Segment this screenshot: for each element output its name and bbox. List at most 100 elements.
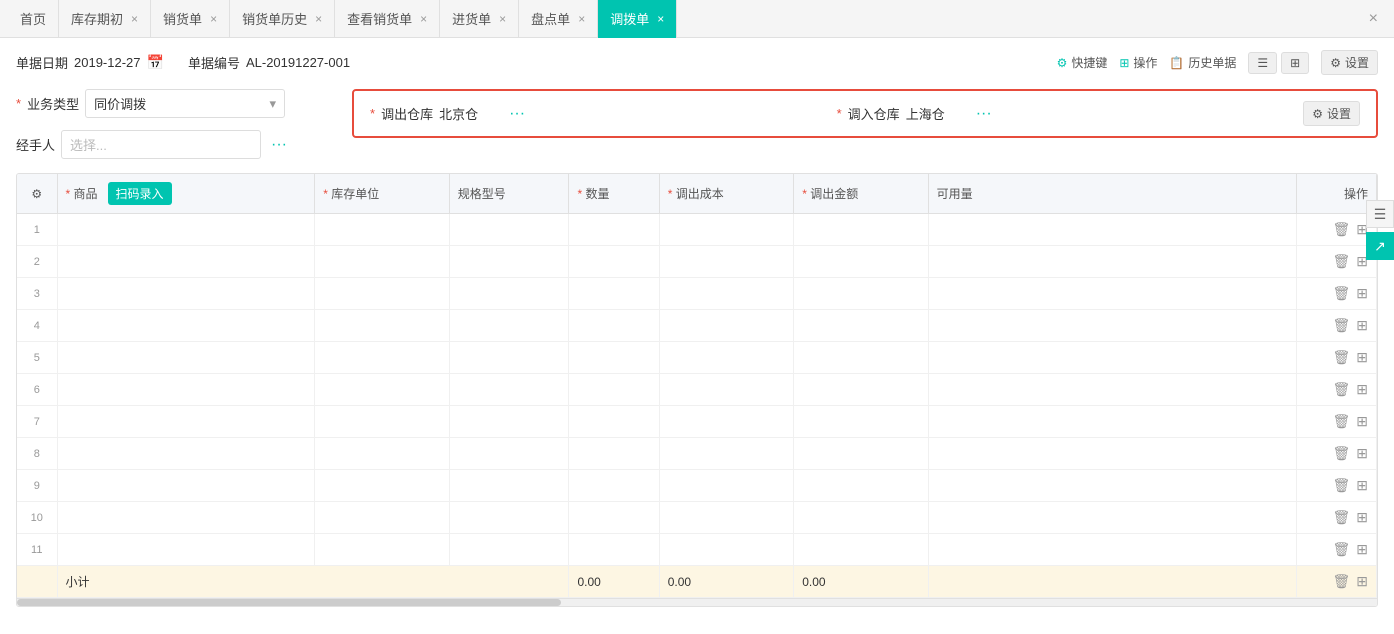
tab-close-sales-history[interactable]: × bbox=[315, 12, 322, 26]
row-product-7[interactable] bbox=[57, 406, 315, 438]
row-spec-3[interactable] bbox=[449, 278, 569, 310]
row-amount-8[interactable] bbox=[794, 438, 928, 470]
row-cost-2[interactable] bbox=[659, 246, 793, 278]
tab-transfer[interactable]: 调拨单 × bbox=[598, 0, 677, 38]
shortcuts-button[interactable]: ⚙ 快捷键 bbox=[1057, 54, 1108, 71]
grid-view-button[interactable]: ⊞ bbox=[1281, 52, 1309, 74]
row-qty-2[interactable] bbox=[569, 246, 659, 278]
delete-row-icon-9[interactable]: 🗑 bbox=[1332, 477, 1350, 494]
subtotal-copy-icon[interactable]: ⊞ bbox=[1356, 573, 1368, 590]
row-unit-11[interactable] bbox=[315, 534, 449, 566]
row-cost-7[interactable] bbox=[659, 406, 793, 438]
settings-button[interactable]: ⚙ 设置 bbox=[1321, 50, 1378, 75]
row-qty-5[interactable] bbox=[569, 342, 659, 374]
row-product-5[interactable] bbox=[57, 342, 315, 374]
row-cost-8[interactable] bbox=[659, 438, 793, 470]
tab-view-sales[interactable]: 查看销货单 × bbox=[335, 0, 440, 38]
row-amount-11[interactable] bbox=[794, 534, 928, 566]
delete-row-icon-1[interactable]: 🗑 bbox=[1332, 221, 1350, 238]
row-amount-6[interactable] bbox=[794, 374, 928, 406]
operations-button[interactable]: ⊞ 操作 bbox=[1119, 54, 1157, 71]
tab-sales-history[interactable]: 销货单历史 × bbox=[230, 0, 335, 38]
row-spec-8[interactable] bbox=[449, 438, 569, 470]
tab-inventory-init[interactable]: 库存期初 × bbox=[59, 0, 151, 38]
row-amount-2[interactable] bbox=[794, 246, 928, 278]
row-qty-4[interactable] bbox=[569, 310, 659, 342]
copy-row-icon-3[interactable]: ⊞ bbox=[1356, 285, 1368, 302]
copy-row-icon-10[interactable]: ⊞ bbox=[1356, 509, 1368, 526]
copy-row-icon-5[interactable]: ⊞ bbox=[1356, 349, 1368, 366]
row-cost-11[interactable] bbox=[659, 534, 793, 566]
tab-close-inventory-check[interactable]: × bbox=[578, 12, 585, 26]
row-product-3[interactable] bbox=[57, 278, 315, 310]
row-available-9[interactable] bbox=[928, 470, 1296, 502]
row-spec-11[interactable] bbox=[449, 534, 569, 566]
row-unit-7[interactable] bbox=[315, 406, 449, 438]
row-qty-7[interactable] bbox=[569, 406, 659, 438]
row-product-9[interactable] bbox=[57, 470, 315, 502]
row-qty-11[interactable] bbox=[569, 534, 659, 566]
row-product-2[interactable] bbox=[57, 246, 315, 278]
row-unit-4[interactable] bbox=[315, 310, 449, 342]
row-qty-6[interactable] bbox=[569, 374, 659, 406]
delete-row-icon-2[interactable]: 🗑 bbox=[1332, 253, 1350, 270]
row-product-8[interactable] bbox=[57, 438, 315, 470]
row-available-1[interactable] bbox=[928, 214, 1296, 246]
row-cost-9[interactable] bbox=[659, 470, 793, 502]
warehouse-in-more-button[interactable]: ··· bbox=[972, 103, 996, 125]
row-amount-4[interactable] bbox=[794, 310, 928, 342]
tab-home[interactable]: 首页 bbox=[8, 0, 59, 38]
row-qty-3[interactable] bbox=[569, 278, 659, 310]
business-type-select[interactable]: 同价调拨 ▾ bbox=[85, 89, 285, 118]
row-unit-8[interactable] bbox=[315, 438, 449, 470]
handler-select[interactable]: 选择... bbox=[61, 130, 261, 159]
row-unit-2[interactable] bbox=[315, 246, 449, 278]
row-available-8[interactable] bbox=[928, 438, 1296, 470]
row-available-6[interactable] bbox=[928, 374, 1296, 406]
row-spec-10[interactable] bbox=[449, 502, 569, 534]
row-amount-7[interactable] bbox=[794, 406, 928, 438]
row-cost-5[interactable] bbox=[659, 342, 793, 374]
row-product-4[interactable] bbox=[57, 310, 315, 342]
row-spec-7[interactable] bbox=[449, 406, 569, 438]
delete-row-icon-3[interactable]: 🗑 bbox=[1332, 285, 1350, 302]
copy-row-icon-6[interactable]: ⊞ bbox=[1356, 381, 1368, 398]
row-available-7[interactable] bbox=[928, 406, 1296, 438]
row-spec-5[interactable] bbox=[449, 342, 569, 374]
row-qty-9[interactable] bbox=[569, 470, 659, 502]
history-button[interactable]: 📋 历史单据 bbox=[1169, 54, 1236, 71]
row-cost-1[interactable] bbox=[659, 214, 793, 246]
row-amount-9[interactable] bbox=[794, 470, 928, 502]
tab-close-view-sales[interactable]: × bbox=[420, 12, 427, 26]
gear-icon[interactable]: ⚙ bbox=[31, 187, 42, 201]
horizontal-scrollbar[interactable] bbox=[17, 598, 1377, 606]
tab-purchase[interactable]: 进货单 × bbox=[440, 0, 519, 38]
scan-input-button[interactable]: 扫码录入 bbox=[108, 182, 172, 205]
row-qty-8[interactable] bbox=[569, 438, 659, 470]
row-available-2[interactable] bbox=[928, 246, 1296, 278]
tab-close-transfer[interactable]: × bbox=[657, 12, 664, 26]
delete-row-icon-11[interactable]: 🗑 bbox=[1332, 541, 1350, 558]
warehouse-settings-button[interactable]: ⚙ 设置 bbox=[1303, 101, 1360, 126]
row-cost-4[interactable] bbox=[659, 310, 793, 342]
row-product-11[interactable] bbox=[57, 534, 315, 566]
row-qty-10[interactable] bbox=[569, 502, 659, 534]
copy-row-icon-4[interactable]: ⊞ bbox=[1356, 317, 1368, 334]
row-unit-9[interactable] bbox=[315, 470, 449, 502]
row-spec-1[interactable] bbox=[449, 214, 569, 246]
row-unit-5[interactable] bbox=[315, 342, 449, 374]
row-spec-2[interactable] bbox=[449, 246, 569, 278]
copy-row-icon-8[interactable]: ⊞ bbox=[1356, 445, 1368, 462]
row-product-1[interactable] bbox=[57, 214, 315, 246]
right-external-button[interactable]: ↗ bbox=[1366, 232, 1394, 260]
warehouse-out-more-button[interactable]: ··· bbox=[505, 103, 529, 125]
subtotal-delete-icon[interactable]: 🗑 bbox=[1332, 573, 1350, 590]
row-spec-9[interactable] bbox=[449, 470, 569, 502]
copy-row-icon-11[interactable]: ⊞ bbox=[1356, 541, 1368, 558]
row-available-11[interactable] bbox=[928, 534, 1296, 566]
row-qty-1[interactable] bbox=[569, 214, 659, 246]
row-available-10[interactable] bbox=[928, 502, 1296, 534]
row-cost-6[interactable] bbox=[659, 374, 793, 406]
row-available-3[interactable] bbox=[928, 278, 1296, 310]
row-cost-10[interactable] bbox=[659, 502, 793, 534]
